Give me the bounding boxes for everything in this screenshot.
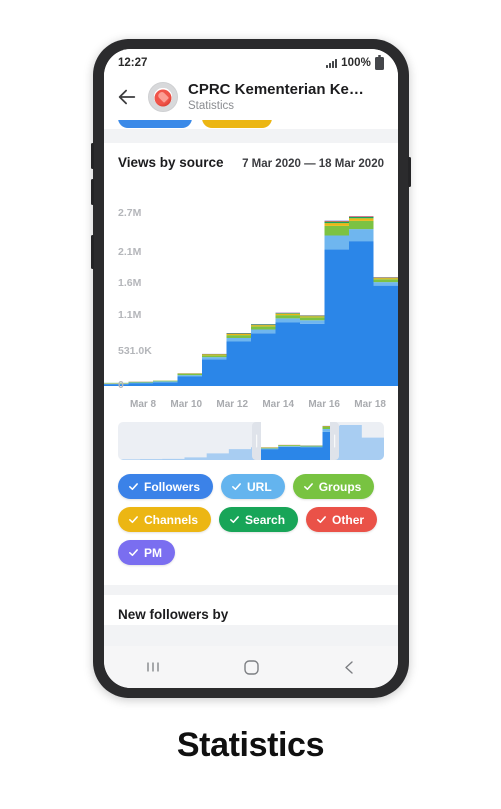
check-icon (230, 516, 239, 524)
phone-frame: 12:27 100% CPRC Kementerian Ke… Statisti… (91, 39, 411, 698)
legend-chip-label: Groups (318, 479, 362, 494)
check-icon (303, 483, 313, 491)
power-button[interactable] (91, 235, 94, 269)
recents-icon[interactable] (128, 646, 178, 688)
card-date-range: 7 Mar 2020 — 18 Mar 2020 (242, 158, 384, 170)
x-axis-tick: Mar 12 (216, 399, 249, 410)
back-arrow-icon[interactable] (116, 86, 138, 108)
minimap-preview-chart (118, 425, 384, 460)
battery-full-icon (375, 54, 384, 70)
area-series-followers (104, 241, 398, 386)
x-axis-tick: Mar 8 (130, 399, 157, 410)
phone-screen: 12:27 100% CPRC Kementerian Ke… Statisti… (104, 49, 398, 688)
x-axis-tick: Mar 14 (262, 399, 295, 410)
y-axis-tick: 1.6M (118, 277, 142, 290)
check-icon (129, 483, 138, 491)
legend-chip-other[interactable]: Other (306, 507, 378, 532)
minimap-area (118, 425, 384, 460)
legend-chip-pm[interactable]: PM (118, 540, 175, 565)
page-subtitle: Statistics (188, 100, 235, 112)
legend-chip-label: URL (247, 479, 272, 494)
app-bar: CPRC Kementerian Ke… Statistics (104, 74, 398, 120)
chart-range-selector[interactable] (118, 422, 384, 460)
home-icon[interactable] (226, 646, 276, 688)
y-axis-tick: 2.7M (118, 207, 142, 220)
range-handle-left[interactable] (252, 422, 261, 460)
legend-chip-channels[interactable]: Channels (118, 507, 212, 532)
scroll-content[interactable]: Views by source 7 Mar 2020 — 18 Mar 2020… (104, 120, 398, 646)
status-time: 12:27 (118, 57, 148, 69)
avatar[interactable] (148, 82, 178, 112)
y-axis-tick: 1.1M (118, 309, 142, 322)
section-gap (104, 585, 398, 595)
status-indicators: 100% (326, 54, 384, 70)
legend-chip-label: Channels (144, 512, 199, 527)
card-header: Views by source 7 Mar 2020 — 18 Mar 2020 (104, 155, 398, 170)
legend-chip-groups[interactable]: Groups (292, 474, 375, 499)
x-axis-labels: Mar 8 Mar 10 Mar 12 Mar 14 Mar 16 Mar 18 (104, 396, 398, 410)
legend-chip-label: Other (332, 512, 365, 527)
views-stacked-area-chart[interactable] (104, 180, 398, 396)
next-section-card: New followers by (104, 595, 398, 625)
clipped-chip-1[interactable] (118, 120, 192, 128)
legend-chip-followers[interactable]: Followers (118, 474, 214, 499)
range-handle-right[interactable] (330, 422, 339, 460)
legend-chip-label: PM (144, 545, 162, 560)
legend-chip-search[interactable]: Search (219, 507, 299, 532)
clipped-legend-row (104, 120, 398, 129)
grip-icon (255, 434, 258, 448)
app-bar-text: CPRC Kementerian Ke… Statistics (188, 81, 364, 113)
android-nav-bar (104, 646, 398, 688)
legend-chip-url[interactable]: URL (221, 474, 285, 499)
x-axis-tick: Mar 10 (170, 399, 203, 410)
volume-up-button[interactable] (91, 143, 94, 169)
check-icon (129, 516, 138, 524)
section-gap (104, 129, 398, 143)
y-axis-tick: 2.1M (118, 245, 142, 258)
chart-area[interactable]: 0 531.0K 1.1M 1.6M 2.1M 2.7M Mar 8 Mar 10 Mar 1… (104, 180, 398, 416)
x-axis-tick: Mar 18 (354, 399, 386, 410)
x-axis-tick: Mar 16 (308, 399, 340, 410)
check-icon (317, 516, 326, 524)
range-selection-window[interactable] (256, 422, 334, 460)
signal-bars-icon (326, 58, 338, 68)
legend-chip-label: Followers (144, 479, 201, 494)
next-section-title: New followers by (118, 607, 229, 622)
y-axis-tick: 531.0K (118, 345, 152, 358)
clipped-chip-2[interactable] (202, 120, 272, 128)
views-by-source-card: Views by source 7 Mar 2020 — 18 Mar 2020… (104, 143, 398, 585)
back-chevron-icon[interactable] (324, 646, 374, 688)
check-icon (129, 549, 138, 557)
caption-text: Statistics (176, 726, 325, 764)
y-axis-tick: 0 (118, 379, 124, 391)
battery-percent-label: 100% (341, 57, 371, 69)
page-title: CPRC Kementerian Ke… (188, 81, 364, 98)
status-bar: 12:27 100% (104, 49, 398, 74)
volume-down-button[interactable] (91, 179, 94, 205)
legend-chip-label: Search (245, 512, 286, 527)
grip-icon (333, 434, 336, 448)
card-title: Views by source (118, 155, 224, 170)
legend-chip-list: Followers URL Groups Channels Search Other PM (104, 460, 398, 579)
check-icon (232, 483, 241, 491)
side-key-button[interactable] (408, 157, 411, 187)
minimap-selected-chart (256, 425, 334, 460)
